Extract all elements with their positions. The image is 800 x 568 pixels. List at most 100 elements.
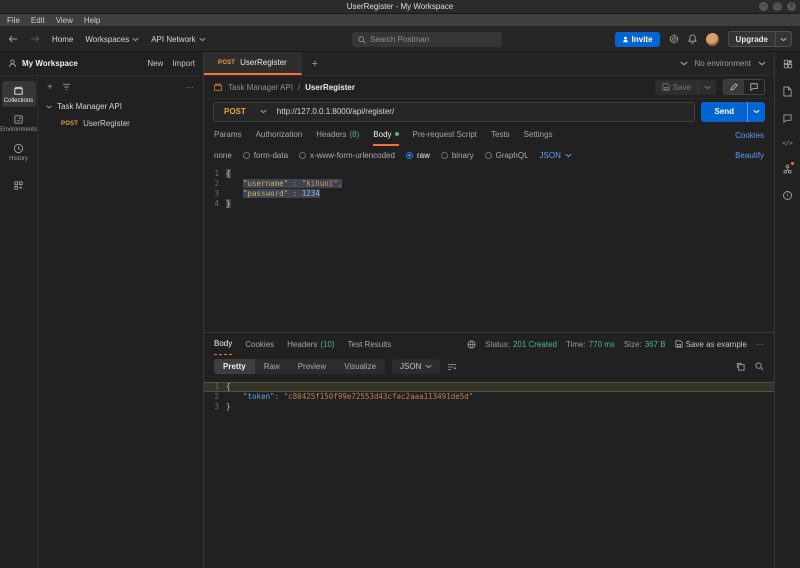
nav-home[interactable]: Home [52, 35, 73, 44]
upgrade-button[interactable]: Upgrade [727, 31, 792, 47]
import-button[interactable]: Import [172, 59, 195, 68]
copy-icon[interactable] [736, 362, 745, 371]
tab-params[interactable]: Params [214, 124, 242, 146]
view-pretty-button[interactable]: Pretty [214, 359, 255, 374]
chevron-down-icon[interactable] [46, 104, 52, 109]
request-name: UserRegister [83, 119, 130, 128]
response-language-select[interactable]: JSON [392, 359, 441, 374]
view-raw-button[interactable]: Raw [255, 359, 289, 374]
collection-item[interactable]: Task Manager API [38, 98, 203, 115]
workspace-icon [8, 59, 17, 68]
workspace-header[interactable]: My Workspace New Import [0, 52, 203, 76]
invite-button[interactable]: Invite [614, 31, 660, 47]
comments-icon[interactable] [744, 80, 764, 94]
nav-workspaces[interactable]: Workspaces [85, 35, 139, 44]
cookies-link[interactable]: Cookies [735, 131, 764, 140]
sidebar-item-environments[interactable]: Environments [0, 110, 37, 136]
documentation-icon[interactable] [783, 86, 792, 97]
request-item[interactable]: POST UserRegister [38, 115, 203, 132]
save-options-chevron[interactable] [698, 81, 716, 93]
response-tab-cookies[interactable]: Cookies [245, 333, 274, 355]
add-collection-button[interactable]: + [47, 82, 53, 93]
new-tab-button[interactable]: + [302, 52, 328, 75]
wrap-text-icon[interactable] [447, 363, 457, 371]
sidebar-item-history[interactable]: History [2, 139, 36, 165]
nav-api-network[interactable]: API Network [151, 35, 206, 44]
tab-prerequest-script[interactable]: Pre-request Script [413, 124, 477, 146]
upgrade-chevron[interactable] [775, 32, 791, 46]
comments-icon[interactable] [783, 114, 792, 123]
sidebar-item-collections[interactable]: Collections [1, 81, 36, 107]
mode-form-data[interactable]: form-data [242, 151, 288, 160]
tab-headers[interactable]: Headers (8) [316, 124, 359, 146]
tab-settings[interactable]: Settings [524, 124, 553, 146]
response-tab-test-results[interactable]: Test Results [348, 333, 392, 355]
info-icon[interactable]: i [783, 191, 792, 200]
tab-method: POST [218, 59, 236, 66]
tab-body[interactable]: Body [373, 124, 399, 146]
status-badge: Status: 201 Created [485, 339, 557, 349]
request-tabs: Params Authorization Headers (8) Body Pr… [204, 124, 774, 146]
menu-file[interactable]: File [7, 16, 20, 25]
mode-raw[interactable]: raw [405, 151, 430, 160]
main-panel: POST UserRegister + No environment Task … [204, 52, 774, 568]
tab-list-chevron-icon[interactable] [679, 61, 688, 66]
back-arrow-icon[interactable] [8, 35, 18, 43]
mode-x-www-form-urlencoded[interactable]: x-www-form-urlencoded [299, 151, 395, 160]
new-button[interactable]: New [147, 59, 163, 68]
send-button[interactable]: Send [701, 101, 765, 122]
tab-userregister[interactable]: POST UserRegister [204, 52, 302, 75]
response-body-editor[interactable]: 1 { 2 "token": "c80425f150f99e72553d43cf… [204, 378, 774, 568]
save-as-example-button[interactable]: Save as example [675, 340, 747, 349]
tab-tests[interactable]: Tests [491, 124, 510, 146]
menu-help[interactable]: Help [84, 16, 100, 25]
environment-quick-look-icon[interactable] [783, 59, 793, 69]
tree-more-button[interactable]: ··· [186, 83, 194, 92]
menu-edit[interactable]: Edit [31, 16, 45, 25]
response-tab-headers[interactable]: Headers (10) [287, 333, 334, 355]
radio-icon [299, 152, 307, 159]
radio-icon [242, 152, 250, 159]
mode-graphql[interactable]: GraphQL [484, 151, 529, 160]
globe-icon[interactable] [467, 339, 476, 349]
breadcrumb-collection[interactable]: Task Manager API [228, 83, 293, 92]
user-avatar[interactable] [705, 32, 719, 46]
mode-binary[interactable]: binary [440, 151, 474, 160]
window-controls: – □ x [759, 2, 796, 11]
request-body-editor[interactable]: 1 { 2 "username" : "kihuni", 3 "password… [204, 165, 774, 333]
forward-arrow-icon[interactable] [30, 35, 40, 43]
configure-sidebar-button[interactable] [2, 176, 36, 194]
search-input[interactable]: Search Postman [352, 32, 502, 47]
filter-icon[interactable] [62, 83, 71, 91]
send-options-chevron[interactable] [747, 101, 765, 122]
related-requests-icon[interactable] [783, 162, 794, 174]
language-select[interactable]: JSON [540, 151, 572, 160]
close-button[interactable]: x [787, 2, 796, 11]
breadcrumb-request[interactable]: UserRegister [305, 83, 355, 92]
response-tab-body[interactable]: Body [214, 333, 233, 355]
url-input[interactable]: http://127.0.0.1:8000/api/register/ [277, 107, 394, 116]
environment-selector[interactable]: No environment [695, 59, 751, 68]
response-more-button[interactable]: ··· [756, 340, 764, 349]
minimize-button[interactable]: – [759, 2, 768, 11]
notifications-bell-icon[interactable] [687, 34, 697, 44]
collection-icon [213, 82, 223, 92]
code-snippet-icon[interactable]: </> [782, 140, 793, 147]
search-placeholder: Search Postman [370, 35, 430, 44]
settings-gear-icon[interactable] [668, 34, 679, 44]
save-button[interactable]: Save [654, 79, 716, 95]
menu-view[interactable]: View [56, 16, 73, 25]
chevron-down-icon[interactable] [758, 61, 766, 66]
tab-authorization[interactable]: Authorization [256, 124, 303, 146]
view-visualize-button[interactable]: Visualize [335, 359, 385, 374]
body-content-dot [394, 132, 399, 136]
beautify-link[interactable]: Beautify [735, 151, 764, 160]
edit-pencil-icon[interactable] [724, 80, 744, 94]
view-preview-button[interactable]: Preview [289, 359, 335, 374]
method-select[interactable]: POST [214, 107, 277, 116]
mode-none[interactable]: none [214, 151, 232, 160]
search-icon [358, 35, 366, 44]
search-response-icon[interactable] [755, 362, 764, 371]
collections-tree: + ··· Task Manager API POST UserRegister [38, 76, 203, 568]
maximize-button[interactable]: □ [773, 2, 782, 11]
